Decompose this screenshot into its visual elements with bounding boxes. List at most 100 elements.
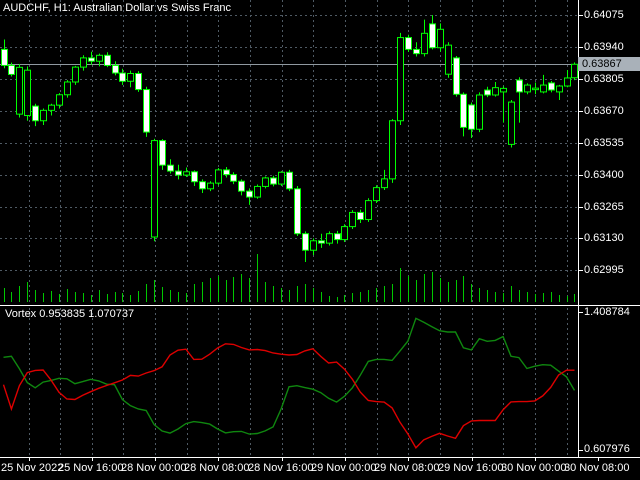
candle-body <box>17 67 23 114</box>
candle-body <box>572 64 578 77</box>
price-axis-label: 0.63400 <box>584 169 624 181</box>
candle-body <box>176 171 182 175</box>
price-axis-label: 0.62995 <box>584 264 624 276</box>
time-axis-label: 30 Nov 08:00 <box>564 462 629 474</box>
price-axis-label: 0.63805 <box>584 73 624 85</box>
candle-body <box>49 105 55 110</box>
candle-body <box>208 183 214 189</box>
candle-body <box>461 94 467 127</box>
candle-body <box>557 86 563 92</box>
candle-body <box>549 83 555 90</box>
price-axis-label: 0.64075 <box>584 9 624 21</box>
time-axis-label: 28 Nov 16:00 <box>248 462 313 474</box>
price-axis-label: 0.63265 <box>584 201 624 213</box>
candle-body <box>406 38 412 50</box>
candle-body <box>89 58 95 61</box>
candle-body <box>303 234 309 251</box>
candle-body <box>2 49 8 65</box>
chart-title: AUDCHF, H1: Australian Dollar vs Swiss F… <box>3 2 231 14</box>
candle-body <box>216 170 222 183</box>
candle-body <box>9 65 15 74</box>
candle-body <box>279 172 285 184</box>
time-axis-label: 25 Nov 16:00 <box>58 462 123 474</box>
time-axis-label: 29 Nov 08:00 <box>374 462 439 474</box>
candle-body <box>224 170 230 175</box>
candle-body <box>501 88 507 92</box>
time-axis-label: 28 Nov 08:00 <box>184 462 249 474</box>
candle-body <box>184 172 190 175</box>
candle-body <box>525 85 531 92</box>
candle-body <box>509 102 515 144</box>
candle-body <box>398 38 404 121</box>
candle-body <box>97 55 103 61</box>
candle-body <box>358 212 364 219</box>
candle-body <box>390 121 396 179</box>
candle-body <box>33 106 39 121</box>
candle-body <box>168 165 174 171</box>
candle-body <box>192 172 198 182</box>
time-axis-label: 29 Nov 16:00 <box>438 462 503 474</box>
candle-body <box>295 189 301 234</box>
candle-body <box>200 182 206 189</box>
candle-body <box>231 175 237 182</box>
candle-body <box>136 73 142 89</box>
candle-body <box>247 191 253 197</box>
candle-body <box>477 95 483 129</box>
candle-body <box>366 201 372 220</box>
candle-body <box>517 80 523 92</box>
indicator-min-label: 0.607976 <box>584 443 630 455</box>
candle-body <box>311 241 317 250</box>
candle-body <box>152 141 158 237</box>
candle-body <box>438 29 444 47</box>
candle-body <box>533 88 539 90</box>
candle-body <box>565 78 571 86</box>
candle-body <box>430 24 436 48</box>
candle-body <box>105 55 111 65</box>
candle-body <box>541 85 547 92</box>
candle-body <box>319 241 325 243</box>
vortex-minus-line <box>4 344 575 448</box>
candle-body <box>120 73 126 81</box>
candle-body <box>255 186 261 197</box>
time-axis-label: 29 Nov 00:00 <box>311 462 376 474</box>
trading-terminal-chart-window: AUDCHF, H1: Australian Dollar vs Swiss F… <box>0 0 640 480</box>
candle-body <box>414 49 420 53</box>
candle-body <box>382 179 388 188</box>
candle-body <box>493 88 499 95</box>
candle-body <box>81 58 87 67</box>
candle-body <box>374 188 380 201</box>
candle-body <box>446 45 452 74</box>
price-axis-label: 0.63940 <box>584 41 624 53</box>
candle-body <box>454 58 460 94</box>
price-chart[interactable] <box>0 0 640 480</box>
candle-body <box>263 178 269 187</box>
price-axis-label: 0.63130 <box>584 232 624 244</box>
candle-body <box>73 67 79 82</box>
candle-body <box>57 95 63 105</box>
candle-body <box>239 181 245 191</box>
indicator-max-label: 1.408784 <box>584 306 630 318</box>
indicator-label: Vortex 0.953835 1.070737 <box>5 308 134 320</box>
candle-body <box>144 90 150 133</box>
candle-body <box>422 33 428 53</box>
time-axis-label: 28 Nov 00:00 <box>121 462 186 474</box>
candle-body <box>41 110 47 120</box>
candle-body <box>128 73 134 81</box>
candle-body <box>350 212 356 226</box>
candle-body <box>113 65 119 73</box>
time-axis-label: 30 Nov 00:00 <box>501 462 566 474</box>
candle-body <box>469 105 475 129</box>
candle-body <box>485 90 491 95</box>
candle-body <box>335 234 341 240</box>
candle-body <box>327 234 333 243</box>
price-axis-label: 0.63670 <box>584 105 624 117</box>
candle-body <box>160 141 166 166</box>
candle-body <box>271 178 277 184</box>
candle-body <box>342 227 348 240</box>
price-axis-label: 0.63535 <box>584 137 624 149</box>
candle-body <box>287 172 293 189</box>
candle-body <box>65 82 71 95</box>
time-axis-label: 25 Nov 2022 <box>1 462 63 474</box>
vortex-plus-line <box>4 318 575 434</box>
current-price-badge: 0.63867 <box>578 57 640 71</box>
